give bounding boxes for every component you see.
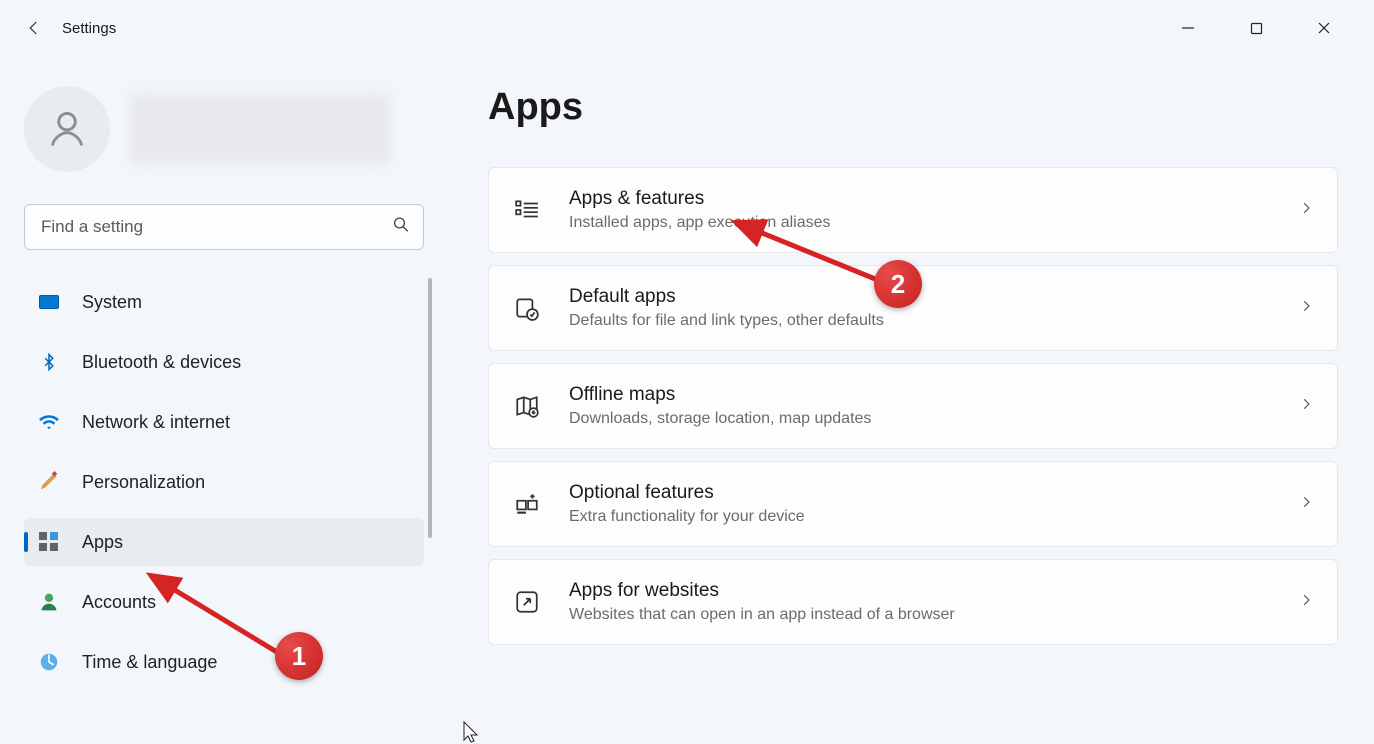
card-text: Apps for websites Websites that can open… [569,580,1271,624]
sidebar-item-label: Personalization [82,472,205,493]
system-icon [38,291,60,313]
search-input[interactable] [24,204,424,250]
card-subtitle: Defaults for file and link types, other … [569,312,1271,330]
search-wrap [24,204,424,250]
close-button[interactable] [1302,12,1346,44]
avatar[interactable] [24,86,110,172]
default-apps-icon [513,294,541,322]
profile-row [24,86,424,172]
card-title: Apps & features [569,188,1271,210]
map-icon [513,392,541,420]
nav: System Bluetooth & devices Network & int… [24,278,424,686]
app-body: System Bluetooth & devices Network & int… [0,56,1374,743]
card-optional-features[interactable]: Optional features Extra functionality fo… [488,461,1338,547]
card-title: Default apps [569,286,1271,308]
sidebar-item-label: System [82,292,142,313]
card-default-apps[interactable]: Default apps Defaults for file and link … [488,265,1338,351]
sidebar-item-system[interactable]: System [24,278,424,326]
minimize-button[interactable] [1166,12,1210,44]
close-icon [1317,21,1331,35]
card-subtitle: Downloads, storage location, map updates [569,410,1271,428]
sidebar-item-time-language[interactable]: Time & language [24,638,424,686]
mouse-cursor-icon [462,720,480,744]
person-icon [45,107,89,151]
sidebar-item-label: Time & language [82,652,217,673]
chevron-right-icon [1299,593,1313,612]
chevron-right-icon [1299,397,1313,416]
wifi-icon [38,411,60,433]
account-icon [38,591,60,613]
sidebar: System Bluetooth & devices Network & int… [0,56,448,743]
apps-icon [38,531,60,553]
card-text: Offline maps Downloads, storage location… [569,384,1271,428]
optional-features-icon [513,490,541,518]
card-title: Optional features [569,482,1271,504]
main-content: Apps Apps & features Installed apps, app… [448,56,1374,743]
maximize-button[interactable] [1234,12,1278,44]
card-apps-for-websites[interactable]: Apps for websites Websites that can open… [488,559,1338,645]
card-text: Apps & features Installed apps, app exec… [569,188,1271,232]
card-subtitle: Websites that can open in an app instead… [569,606,1271,624]
sidebar-scrollbar[interactable] [428,278,432,538]
sidebar-item-accounts[interactable]: Accounts [24,578,424,626]
card-text: Optional features Extra functionality fo… [569,482,1271,526]
chevron-right-icon [1299,299,1313,318]
paintbrush-icon [38,471,60,493]
apps-websites-icon [513,588,541,616]
chevron-right-icon [1299,201,1313,220]
arrow-left-icon [25,19,43,37]
sidebar-item-personalization[interactable]: Personalization [24,458,424,506]
clock-globe-icon [38,651,60,673]
card-apps-features[interactable]: Apps & features Installed apps, app exec… [488,167,1338,253]
sidebar-item-apps[interactable]: Apps [24,518,424,566]
minimize-icon [1181,21,1195,35]
window-controls [1166,12,1362,44]
sidebar-item-label: Apps [82,532,123,553]
sidebar-item-network[interactable]: Network & internet [24,398,424,446]
sidebar-item-bluetooth[interactable]: Bluetooth & devices [24,338,424,386]
card-subtitle: Installed apps, app execution aliases [569,214,1271,232]
bluetooth-icon [38,351,60,373]
maximize-icon [1250,22,1263,35]
card-text: Default apps Defaults for file and link … [569,286,1271,330]
chevron-right-icon [1299,495,1313,514]
sidebar-item-label: Network & internet [82,412,230,433]
card-title: Offline maps [569,384,1271,406]
window-title: Settings [62,20,116,37]
card-title: Apps for websites [569,580,1271,602]
back-button[interactable] [12,6,56,50]
card-subtitle: Extra functionality for your device [569,508,1271,526]
page-title: Apps [488,86,1334,129]
sidebar-item-label: Accounts [82,592,156,613]
apps-features-icon [513,196,541,224]
sidebar-item-label: Bluetooth & devices [82,352,241,373]
settings-card-list: Apps & features Installed apps, app exec… [488,167,1334,645]
profile-name-redacted [130,94,390,164]
card-offline-maps[interactable]: Offline maps Downloads, storage location… [488,363,1338,449]
titlebar: Settings [0,0,1374,56]
